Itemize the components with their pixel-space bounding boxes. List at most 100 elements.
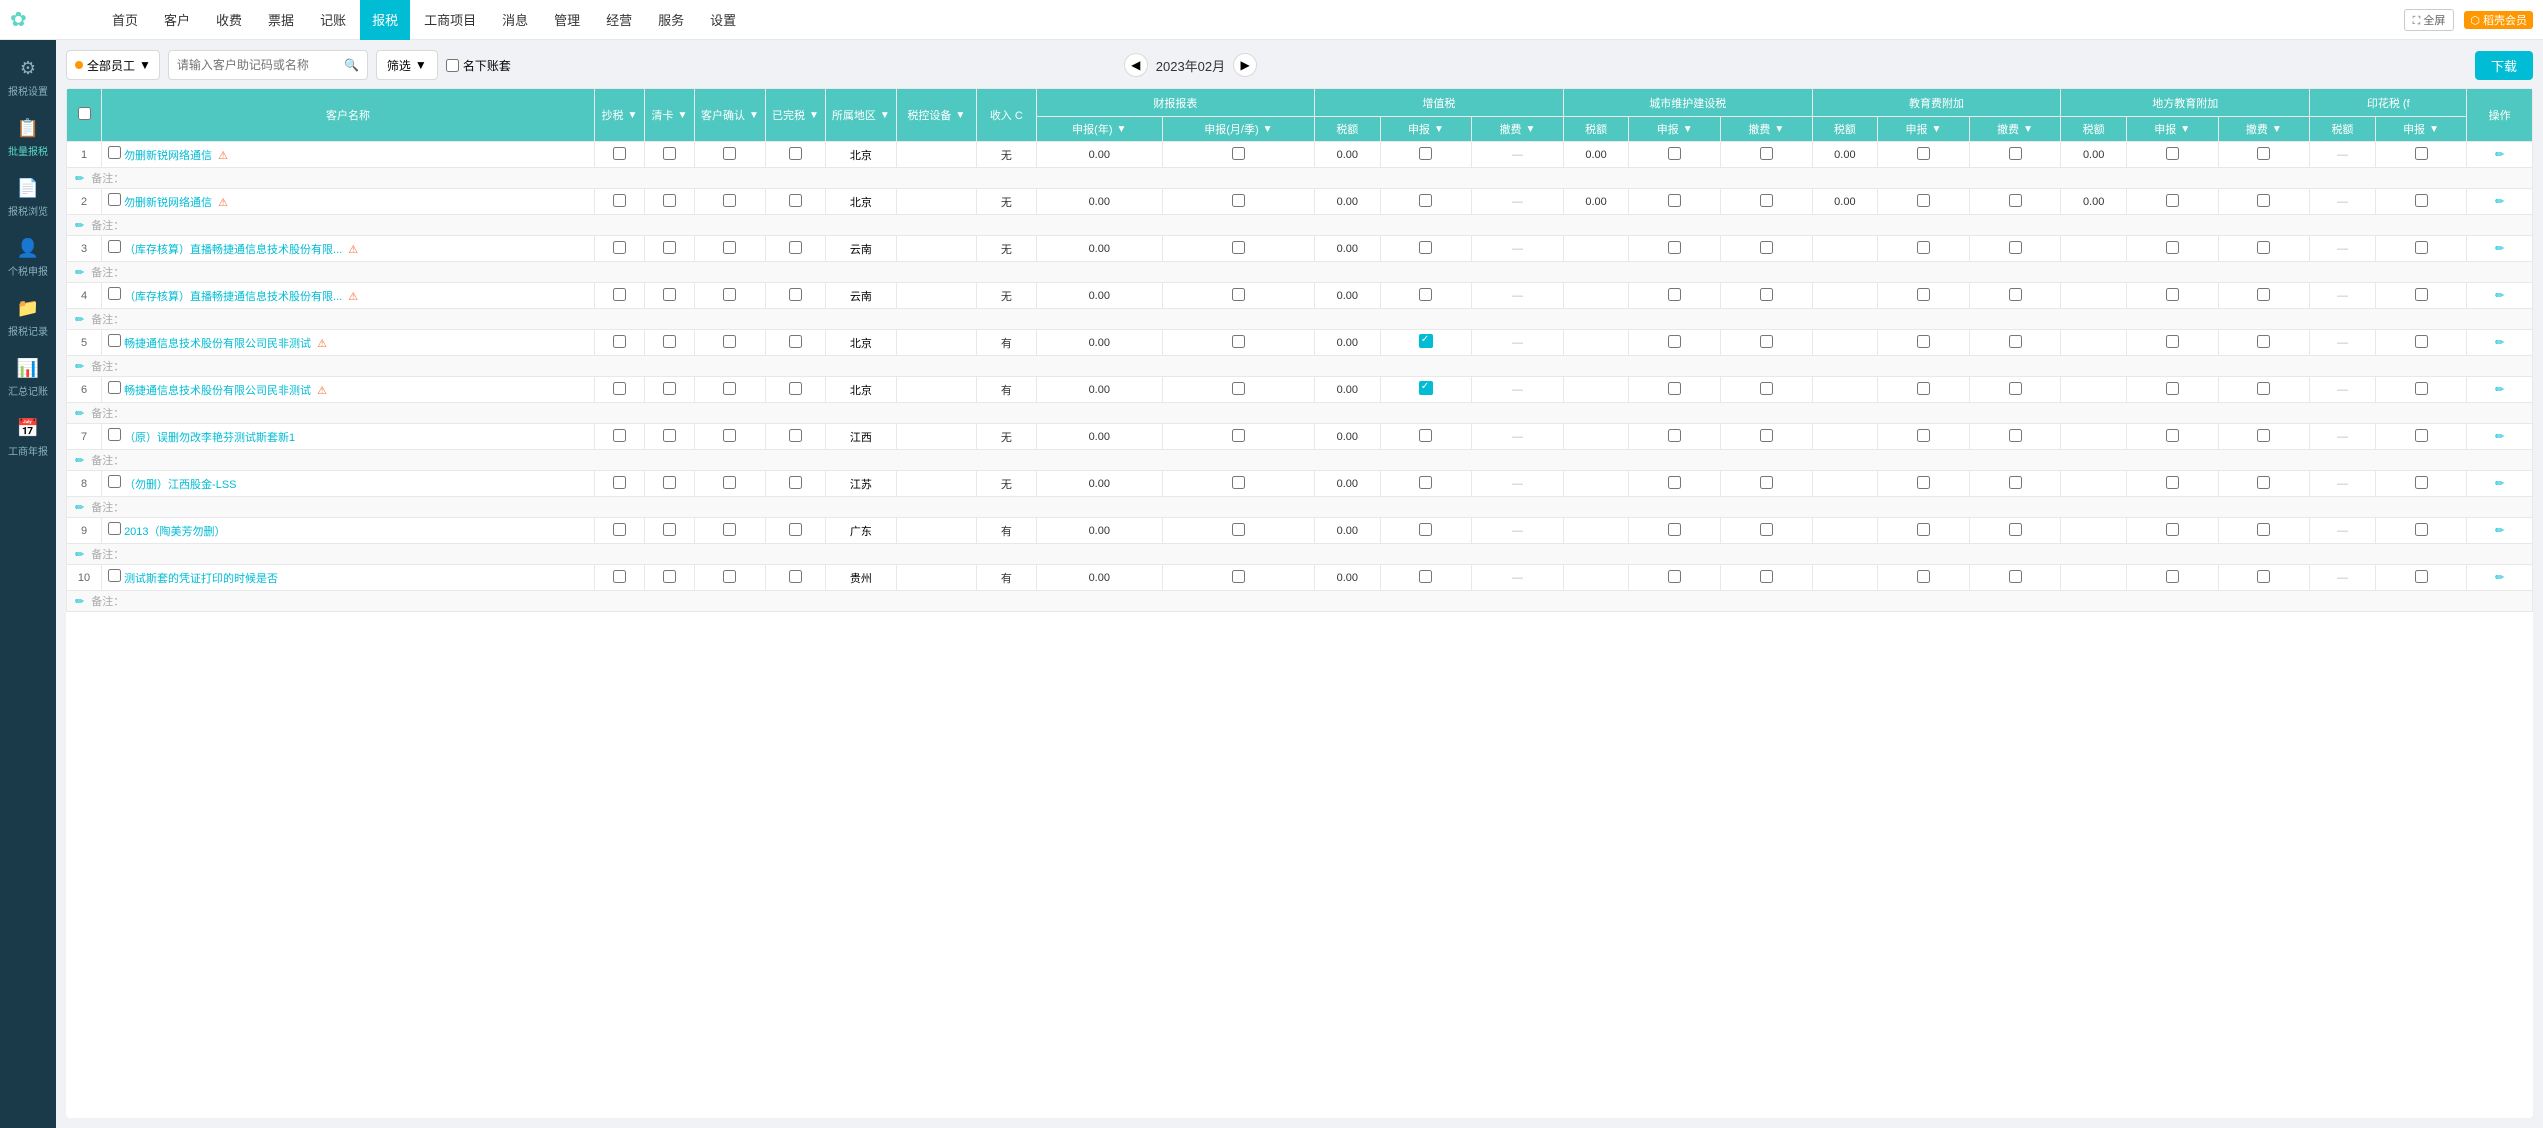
caiwu-month-checkbox[interactable] (1232, 288, 1245, 301)
sidebar-item-baoshuishezhi[interactable]: ⚙ 报税设置 (0, 48, 56, 108)
jy-shenb-checkbox[interactable] (1917, 570, 1930, 583)
qingka-checkbox[interactable] (663, 194, 676, 207)
zzs-shenb-checkbox[interactable] (1419, 429, 1432, 442)
chaoshui-checkbox[interactable] (613, 288, 626, 301)
row-checkbox[interactable] (108, 428, 121, 441)
zzs-shenb-checkbox[interactable] (1419, 570, 1432, 583)
edit-icon[interactable]: ✏ (2495, 290, 2504, 302)
jy-chefei-checkbox[interactable] (2009, 382, 2022, 395)
queren-checkbox[interactable] (723, 147, 736, 160)
chaoshui-checkbox[interactable] (613, 335, 626, 348)
wanshu-checkbox[interactable] (789, 147, 802, 160)
qingka-checkbox[interactable] (663, 523, 676, 536)
nav-fee[interactable]: 收费 (204, 0, 254, 40)
caiwu-month-checkbox[interactable] (1232, 523, 1245, 536)
wanshu-checkbox[interactable] (789, 288, 802, 301)
company-link[interactable]: （勿删）江西股金-LSS (124, 479, 236, 491)
df-shenb-checkbox[interactable] (2166, 429, 2179, 442)
wanshu-checkbox[interactable] (789, 476, 802, 489)
yh-shenb-checkbox[interactable] (2415, 476, 2428, 489)
df-shenb-checkbox[interactable] (2166, 194, 2179, 207)
chaoshui-checkbox[interactable] (613, 241, 626, 254)
company-link[interactable]: （库存核算）直播畅捷通信息技术股份有限... (124, 244, 342, 256)
zzs-shenb-checkbox[interactable] (1419, 523, 1432, 536)
cs-shenb-checkbox[interactable] (1668, 570, 1681, 583)
edit-icon[interactable]: ✏ (2495, 478, 2504, 490)
cs-chefei-checkbox[interactable] (1760, 523, 1773, 536)
jy-shenb-checkbox[interactable] (1917, 288, 1930, 301)
chaoshui-checkbox[interactable] (613, 476, 626, 489)
queren-checkbox[interactable] (723, 570, 736, 583)
df-chefei-checkbox[interactable] (2257, 382, 2270, 395)
wanshu-checkbox[interactable] (789, 570, 802, 583)
jy-chefei-checkbox[interactable] (2009, 194, 2022, 207)
edit-icon[interactable]: ✏ (2495, 572, 2504, 584)
wanshu-checkbox[interactable] (789, 335, 802, 348)
df-shenb-checkbox[interactable] (2166, 382, 2179, 395)
zzs-shenb-checkbox[interactable] (1419, 476, 1432, 489)
chaoshui-checkbox[interactable] (613, 570, 626, 583)
row-checkbox[interactable] (108, 287, 121, 300)
edit-icon[interactable]: ✏ (2495, 196, 2504, 208)
row-checkbox[interactable] (108, 381, 121, 394)
jy-shenb-checkbox[interactable] (1917, 194, 1930, 207)
select-all-checkbox[interactable] (78, 107, 91, 120)
queren-checkbox[interactable] (723, 335, 736, 348)
table-container[interactable]: 客户名称 抄税▼ 清卡▼ 客户确认▼ 已完税▼ 所属地区▼ 税控设备▼ 收入 C… (66, 88, 2533, 1118)
edit-icon[interactable]: ✏ (2495, 243, 2504, 255)
zzs-shenb-checkbox[interactable] (1419, 194, 1432, 207)
qingka-checkbox[interactable] (663, 476, 676, 489)
row-checkbox[interactable] (108, 522, 121, 535)
cs-chefei-checkbox[interactable] (1760, 335, 1773, 348)
cs-chefei-checkbox[interactable] (1760, 476, 1773, 489)
yh-shenb-checkbox[interactable] (2415, 194, 2428, 207)
company-link[interactable]: 2013（陶美芳勿删） (124, 526, 225, 538)
nav-operation[interactable]: 经营 (594, 0, 644, 40)
yh-shenb-checkbox[interactable] (2415, 241, 2428, 254)
df-chefei-checkbox[interactable] (2257, 476, 2270, 489)
sidebar-item-baoshuijilanbrowse[interactable]: 📄 报税浏览 (0, 168, 56, 228)
sidebar-item-piliangshuibao[interactable]: 📋 批量报税 (0, 108, 56, 168)
jy-shenb-checkbox[interactable] (1917, 523, 1930, 536)
fullscreen-button[interactable]: ⛶ 全屏 (2404, 9, 2455, 31)
company-link[interactable]: （原）误删勿改李艳芬测试斯套新1 (124, 432, 295, 444)
yh-shenb-checkbox[interactable] (2415, 570, 2428, 583)
jy-chefei-checkbox[interactable] (2009, 476, 2022, 489)
queren-checkbox[interactable] (723, 429, 736, 442)
edit-icon[interactable]: ✏ (2495, 337, 2504, 349)
filter-button[interactable]: 筛选 ▼ (376, 50, 438, 80)
df-chefei-checkbox[interactable] (2257, 570, 2270, 583)
search-box[interactable]: 🔍 (168, 50, 368, 80)
row-checkbox[interactable] (108, 193, 121, 206)
employee-filter[interactable]: 全部员工 ▼ (66, 50, 160, 80)
nav-message[interactable]: 消息 (490, 0, 540, 40)
company-link[interactable]: 测试斯套的凭证打印的时候是否 (124, 573, 278, 585)
company-link[interactable]: 勿删新锐网络通信 (124, 197, 212, 209)
cs-shenb-checkbox[interactable] (1668, 429, 1681, 442)
nav-service[interactable]: 服务 (646, 0, 696, 40)
jy-chefei-checkbox[interactable] (2009, 241, 2022, 254)
qingka-checkbox[interactable] (663, 429, 676, 442)
nav-invoice[interactable]: 票据 (256, 0, 306, 40)
jy-shenb-checkbox[interactable] (1917, 335, 1930, 348)
wanshu-checkbox[interactable] (789, 194, 802, 207)
edit-icon[interactable]: ✏ (2495, 431, 2504, 443)
queren-checkbox[interactable] (723, 241, 736, 254)
cs-shenb-checkbox[interactable] (1668, 288, 1681, 301)
wanshu-checkbox[interactable] (789, 429, 802, 442)
yh-shenb-checkbox[interactable] (2415, 429, 2428, 442)
cs-shenb-checkbox[interactable] (1668, 147, 1681, 160)
company-link[interactable]: 勿删新锐网络通信 (124, 150, 212, 162)
jy-shenb-checkbox[interactable] (1917, 429, 1930, 442)
wanshu-checkbox[interactable] (789, 241, 802, 254)
queren-checkbox[interactable] (723, 523, 736, 536)
company-link[interactable]: （库存核算）直播畅捷通信息技术股份有限... (124, 291, 342, 303)
jy-chefei-checkbox[interactable] (2009, 429, 2022, 442)
accounts-checkbox[interactable] (446, 59, 459, 72)
cs-chefei-checkbox[interactable] (1760, 570, 1773, 583)
row-checkbox[interactable] (108, 475, 121, 488)
cs-chefei-checkbox[interactable] (1760, 241, 1773, 254)
caiwu-month-checkbox[interactable] (1232, 382, 1245, 395)
caiwu-month-checkbox[interactable] (1232, 147, 1245, 160)
df-shenb-checkbox[interactable] (2166, 335, 2179, 348)
